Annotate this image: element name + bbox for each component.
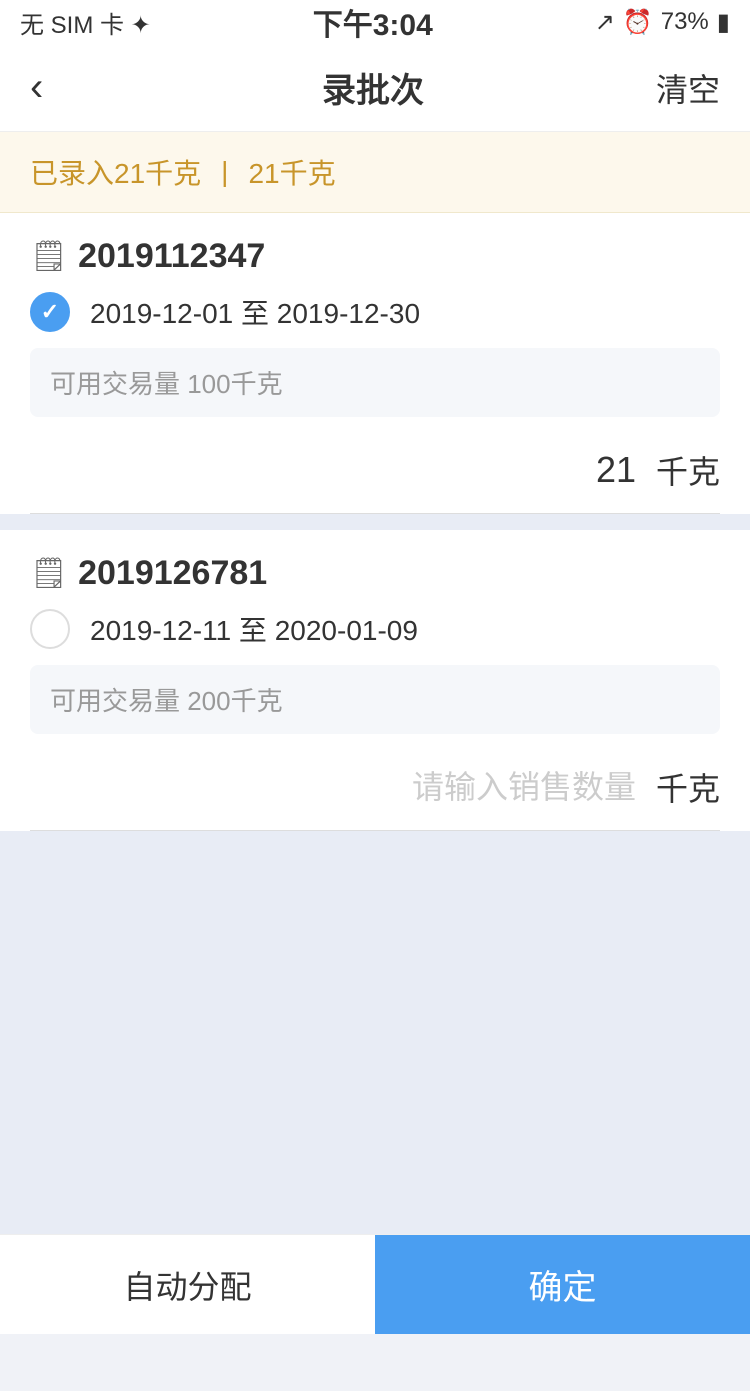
batch-2-qty-row: 千克: [0, 754, 750, 830]
batch-1-qty-row: 21 千克: [0, 437, 750, 513]
summary-divider: |: [221, 156, 228, 188]
batch-1-number: 2019112347: [78, 237, 265, 276]
batch-1-radio[interactable]: [30, 292, 70, 332]
batch-1-qty-unit: 千克: [656, 447, 720, 493]
batch-2-header: 🗒 2019126781: [0, 530, 750, 609]
status-time: 下午3:04: [313, 0, 433, 44]
back-button[interactable]: ‹: [30, 65, 90, 110]
batch-2-qty-unit: 千克: [656, 764, 720, 810]
battery-icon: ▮: [717, 8, 730, 37]
summary-amount: 21千克: [248, 152, 335, 192]
batch-card-1: 🗒 2019112347 2019-12-01 至 2019-12-30 可用交…: [0, 213, 750, 514]
batch-2-qty-input[interactable]: [216, 769, 636, 806]
status-right: ↗ ⏰ 73% ▮: [595, 8, 730, 37]
nav-bar: ‹ 录批次 清空: [0, 44, 750, 132]
batch-icon-2: 🗒: [30, 556, 68, 591]
status-left: 无 SIM 卡 ✦: [20, 5, 151, 40]
batch-2-available: 可用交易量 200千克: [30, 665, 720, 734]
status-bar: 无 SIM 卡 ✦ 下午3:04 ↗ ⏰ 73% ▮: [0, 0, 750, 44]
batch-1-date-row: 2019-12-01 至 2019-12-30: [0, 292, 750, 348]
footer: 自动分配 确定: [0, 1234, 750, 1334]
empty-area: [0, 831, 750, 1291]
batch-1-date: 2019-12-01 至 2019-12-30: [90, 292, 420, 332]
alarm-icon: ⏰: [623, 8, 653, 37]
auto-distribute-button[interactable]: 自动分配: [0, 1235, 375, 1334]
batch-card-2: 🗒 2019126781 2019-12-11 至 2020-01-09 可用交…: [0, 530, 750, 831]
battery-label: 73%: [661, 8, 709, 36]
batch-icon-1: 🗒: [30, 239, 68, 274]
batch-1-available: 可用交易量 100千克: [30, 348, 720, 417]
batch-2-number: 2019126781: [78, 554, 267, 593]
confirm-button[interactable]: 确定: [375, 1235, 750, 1334]
content-scroll: 🗒 2019112347 2019-12-01 至 2019-12-30 可用交…: [0, 213, 750, 1391]
batch-2-date-row: 2019-12-11 至 2020-01-09: [0, 609, 750, 665]
batch-1-qty-value: 21: [596, 449, 636, 491]
card-separator-1: [0, 514, 750, 530]
location-icon: ↗: [595, 8, 615, 37]
page-title: 录批次: [322, 63, 424, 112]
clear-button[interactable]: 清空: [656, 65, 720, 111]
batch-2-date: 2019-12-11 至 2020-01-09: [90, 609, 418, 649]
batch-1-header: 🗒 2019112347: [0, 213, 750, 292]
recorded-label: 已录入21千克: [30, 152, 201, 192]
batch-2-radio[interactable]: [30, 609, 70, 649]
sim-label: 无 SIM 卡 ✦: [20, 5, 151, 40]
summary-bar: 已录入21千克 | 21千克: [0, 132, 750, 213]
